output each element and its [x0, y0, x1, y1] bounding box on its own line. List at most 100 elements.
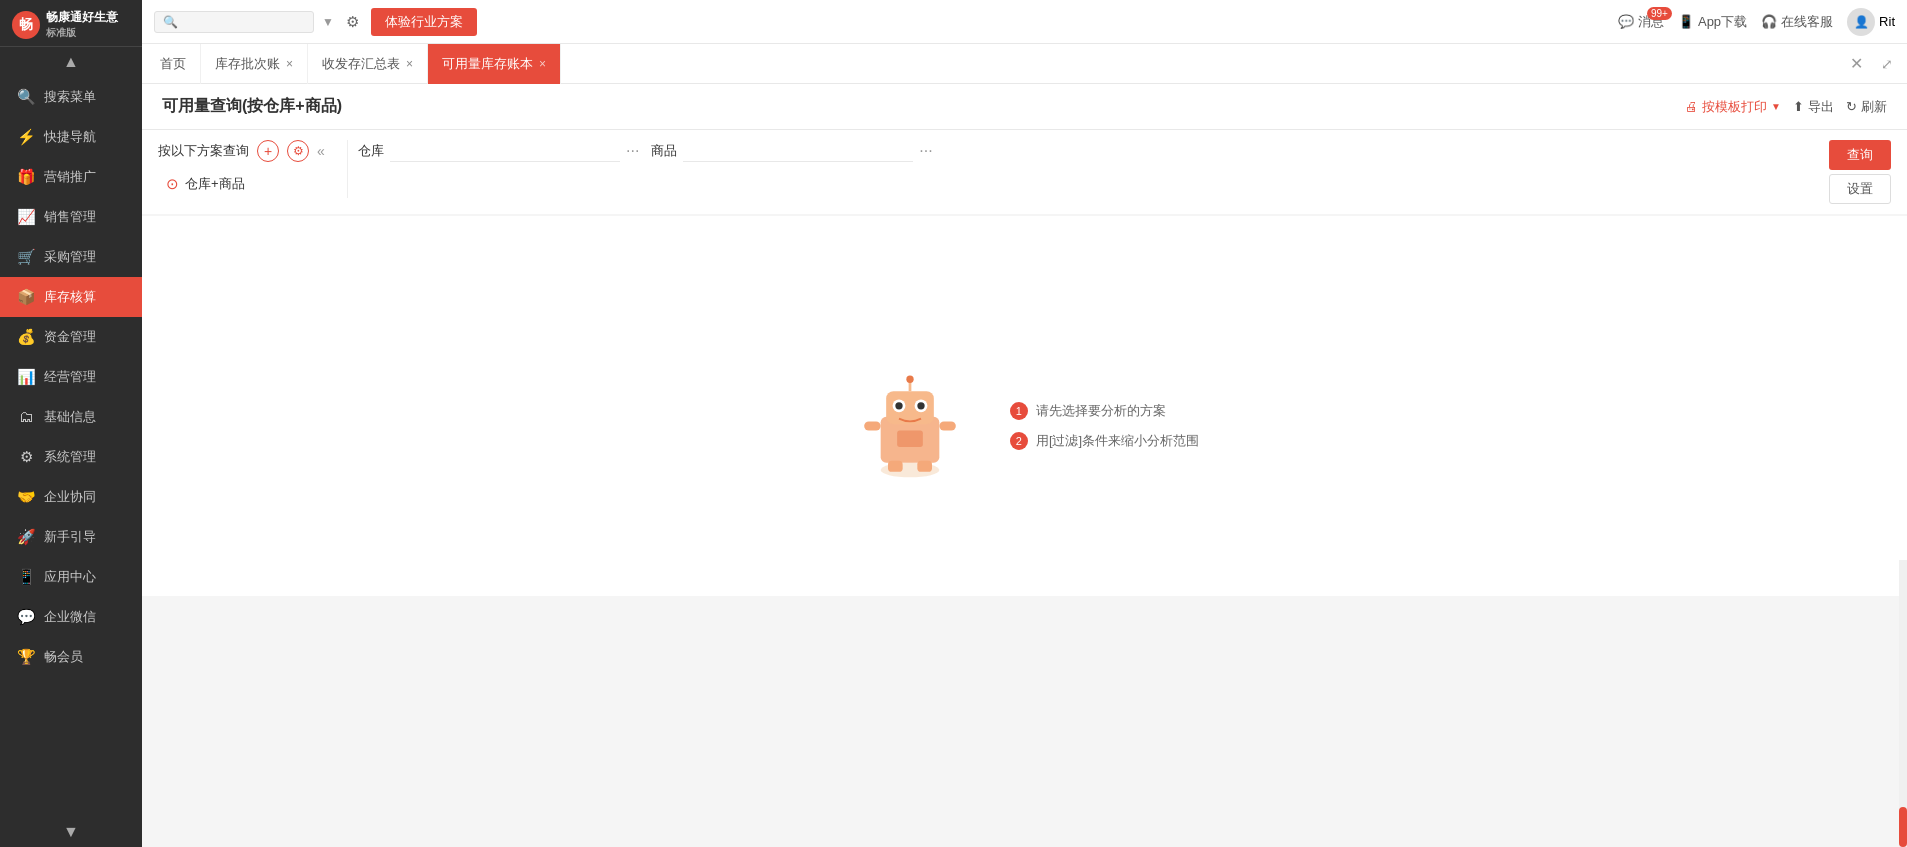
sidebar-item-system[interactable]: ⚙ 系统管理: [0, 437, 142, 477]
tab-batch-close[interactable]: ×: [286, 57, 293, 71]
sidebar-label-newbie: 新手引导: [44, 528, 96, 546]
sidebar-label-inventory: 库存核算: [44, 288, 96, 306]
sidebar-item-marketing[interactable]: 🎁 营销推广: [0, 157, 142, 197]
sidebar-item-basics[interactable]: 🗂 基础信息: [0, 397, 142, 437]
sidebar: 畅 畅康通好生意 标准版 ▲ 🔍 搜索菜单 ⚡ 快捷导航 🎁 营销推广 📈 销售…: [0, 0, 142, 847]
user-label: Rit: [1879, 14, 1895, 29]
tab-available-label: 可用量库存账本: [442, 55, 533, 73]
sidebar-label-shortcut: 快捷导航: [44, 128, 96, 146]
industry-btn[interactable]: 体验行业方案: [371, 8, 477, 36]
tab-available[interactable]: 可用量库存账本 ×: [428, 44, 561, 84]
export-icon: ⬆: [1793, 99, 1804, 114]
tab-home[interactable]: 首页: [146, 44, 201, 84]
product-more-icon[interactable]: ···: [919, 142, 932, 160]
scrollbar-thumb: [1899, 807, 1907, 847]
empty-state: 1 请先选择要分析的方案 2 用[过滤]条件来缩小分析范围: [142, 216, 1907, 596]
sidebar-item-search[interactable]: 🔍 搜索菜单: [0, 77, 142, 117]
warehouse-input[interactable]: [390, 140, 620, 162]
print-chevron-icon: ▼: [1771, 101, 1781, 112]
tip-num-2: 2: [1010, 432, 1028, 450]
filter-add-button[interactable]: +: [257, 140, 279, 162]
filter-area: 按以下方案查询 + ⚙ « ⊙ 仓库+商品 仓库 ··· 商品: [142, 130, 1907, 214]
topbar-chevron-icon[interactable]: ▼: [322, 15, 334, 29]
refresh-button[interactable]: ↻ 刷新: [1846, 98, 1887, 116]
sidebar-label-marketing: 营销推广: [44, 168, 96, 186]
sidebar-scroll-up[interactable]: ▲: [0, 47, 142, 77]
svg-rect-13: [897, 431, 923, 448]
sidebar-item-inventory[interactable]: 📦 库存核算: [0, 277, 142, 317]
scheme-item-label: 仓库+商品: [185, 175, 245, 193]
sidebar-item-apps[interactable]: 📱 应用中心: [0, 557, 142, 597]
filter-scheme-settings-button[interactable]: ⚙: [287, 140, 309, 162]
sidebar-item-newbie[interactable]: 🚀 新手引导: [0, 517, 142, 557]
tab-summary[interactable]: 收发存汇总表 ×: [308, 44, 428, 84]
sidebar-item-purchase[interactable]: 🛒 采购管理: [0, 237, 142, 277]
empty-state-row: 1 请先选择要分析的方案 2 用[过滤]条件来缩小分析范围: [850, 366, 1199, 486]
search-input[interactable]: [182, 15, 292, 29]
sidebar-item-sales[interactable]: 📈 销售管理: [0, 197, 142, 237]
product-input[interactable]: [683, 140, 913, 162]
topbar-message[interactable]: 💬 消息 99+: [1618, 13, 1664, 31]
topbar-right: 💬 消息 99+ 📱 App下载 🎧 在线客服 👤 Rit: [1618, 8, 1895, 36]
logo-name: 畅康通好生意: [46, 10, 118, 26]
action-buttons: 查询 设置: [1829, 140, 1891, 204]
search-icon: 🔍: [16, 88, 36, 106]
page-header: 可用量查询(按仓库+商品) 🖨 按模板打印 ▼ ⬆ 导出 ↻ 刷新: [142, 84, 1907, 130]
product-label: 商品: [651, 142, 677, 160]
search-icon: 🔍: [163, 15, 178, 29]
service-icon: 🎧: [1761, 14, 1777, 29]
close-all-tabs-button[interactable]: ✕: [1846, 50, 1867, 77]
sidebar-item-member[interactable]: 🏆 畅会员: [0, 637, 142, 677]
topbar-app-download[interactable]: 📱 App下载: [1678, 13, 1747, 31]
tab-summary-close[interactable]: ×: [406, 57, 413, 71]
page-header-actions: 🖨 按模板打印 ▼ ⬆ 导出 ↻ 刷新: [1685, 98, 1887, 116]
svg-rect-9: [864, 421, 881, 430]
svg-point-8: [906, 376, 913, 383]
warehouse-more-icon[interactable]: ···: [626, 142, 639, 160]
logo-icon: 畅: [12, 11, 40, 39]
sidebar-label-finance: 资金管理: [44, 328, 96, 346]
newbie-icon: 🚀: [16, 528, 36, 546]
export-label: 导出: [1808, 98, 1834, 116]
shortcut-icon: ⚡: [16, 128, 36, 146]
tab-batch-label: 库存批次账: [215, 55, 280, 73]
sidebar-item-cooperation[interactable]: 🤝 企业协同: [0, 477, 142, 517]
tab-available-close[interactable]: ×: [539, 57, 546, 71]
sidebar-label-member: 畅会员: [44, 648, 83, 666]
svg-point-6: [917, 402, 924, 409]
app-label: App下载: [1698, 13, 1747, 31]
basics-icon: 🗂: [16, 408, 36, 425]
topbar-user[interactable]: 👤 Rit: [1847, 8, 1895, 36]
query-button[interactable]: 查询: [1829, 140, 1891, 170]
print-button[interactable]: 🖨 按模板打印 ▼: [1685, 98, 1781, 116]
settings-button[interactable]: 设置: [1829, 174, 1891, 204]
tip-text-2: 用[过滤]条件来缩小分析范围: [1036, 432, 1199, 450]
sidebar-label-basics: 基础信息: [44, 408, 96, 426]
print-label: 按模板打印: [1702, 98, 1767, 116]
sidebar-item-finance[interactable]: 💰 资金管理: [0, 317, 142, 357]
sidebar-label-search: 搜索菜单: [44, 88, 96, 106]
sidebar-label-purchase: 采购管理: [44, 248, 96, 266]
apps-icon: 📱: [16, 568, 36, 586]
svg-point-5: [895, 402, 902, 409]
tab-batch[interactable]: 库存批次账 ×: [201, 44, 308, 84]
topbar-gear-icon[interactable]: ⚙: [342, 9, 363, 35]
tabs-expand-button[interactable]: ⤢: [1877, 52, 1897, 76]
sidebar-scroll-down[interactable]: ▼: [0, 817, 142, 847]
message-icon: 💬: [1618, 14, 1634, 29]
filter-scheme-item[interactable]: ⊙ 仓库+商品: [158, 170, 337, 198]
print-icon: 🖨: [1685, 99, 1698, 114]
finance-icon: 💰: [16, 328, 36, 346]
sidebar-item-shortcut[interactable]: ⚡ 快捷导航: [0, 117, 142, 157]
sidebar-item-operations[interactable]: 📊 经营管理: [0, 357, 142, 397]
service-label: 在线客服: [1781, 13, 1833, 31]
tab-summary-label: 收发存汇总表: [322, 55, 400, 73]
refresh-label: 刷新: [1861, 98, 1887, 116]
cooperation-icon: 🤝: [16, 488, 36, 506]
export-button[interactable]: ⬆ 导出: [1793, 98, 1834, 116]
topbar-search-box[interactable]: 🔍: [154, 11, 314, 33]
right-scrollbar[interactable]: [1899, 560, 1907, 847]
filter-collapse-button[interactable]: «: [317, 143, 325, 159]
sidebar-item-wechat[interactable]: 💬 企业微信: [0, 597, 142, 637]
topbar-customer-service[interactable]: 🎧 在线客服: [1761, 13, 1833, 31]
